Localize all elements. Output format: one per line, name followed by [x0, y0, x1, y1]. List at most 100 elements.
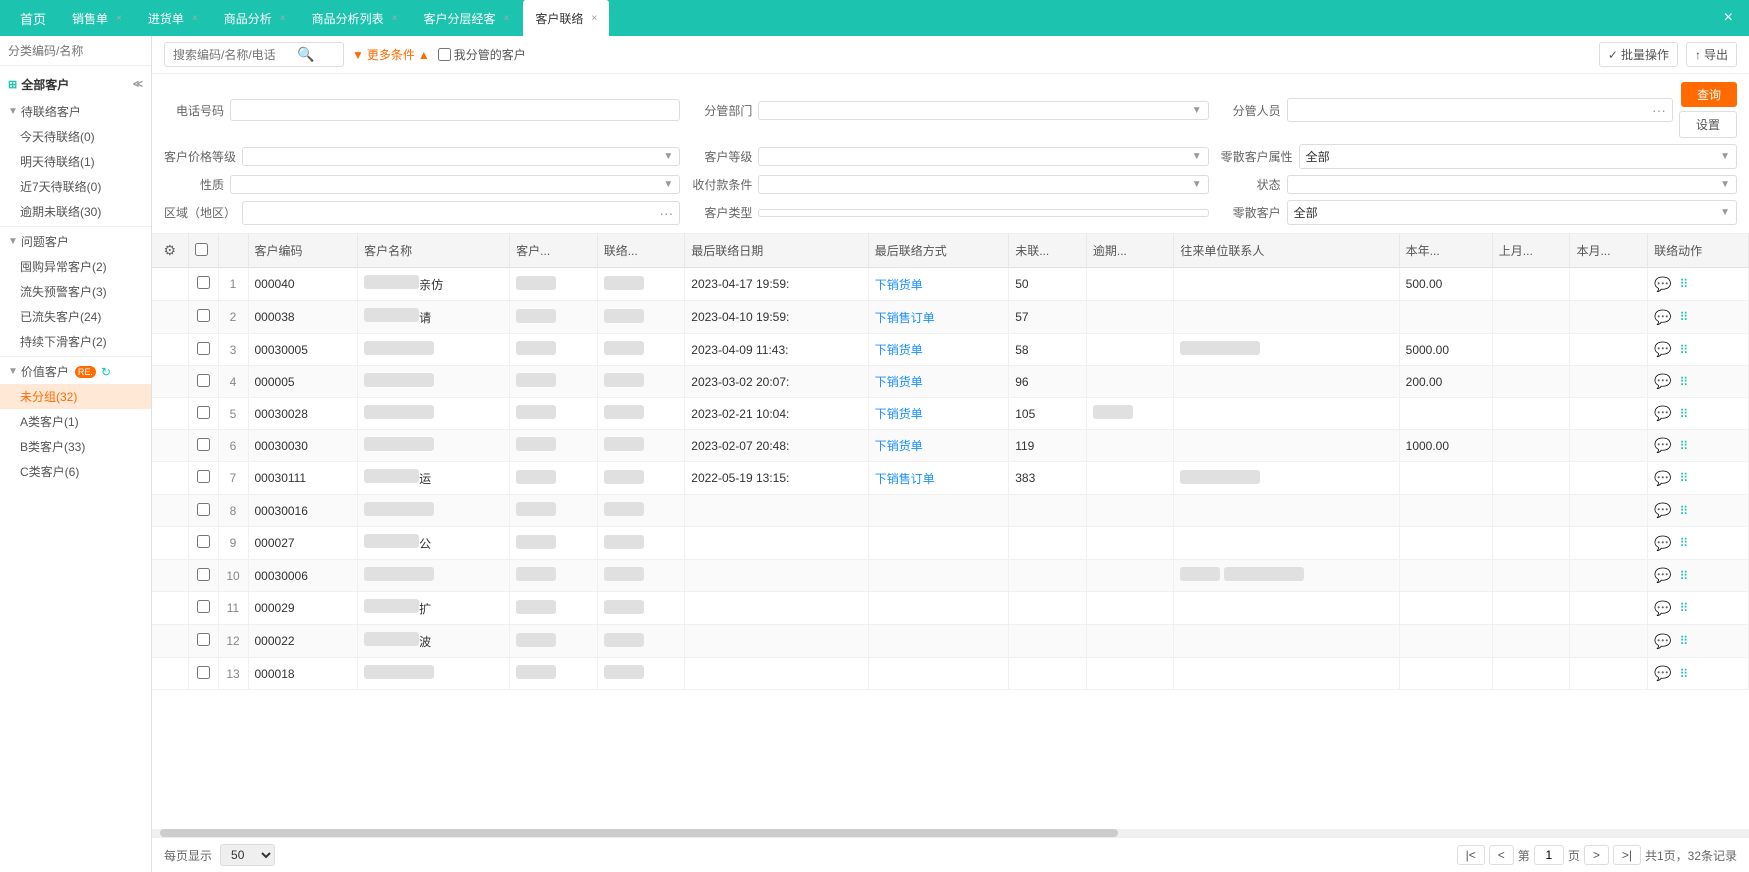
scrollbar-thumb[interactable]	[160, 829, 1118, 837]
grid-action-icon[interactable]: ⠿	[1680, 375, 1689, 389]
export-btn[interactable]: ↑ 导出	[1686, 42, 1737, 67]
sidebar-item-7days-pending[interactable]: 近7天待联络(0)	[0, 174, 151, 199]
dept-select[interactable]: ▼	[758, 101, 1208, 120]
grid-action-icon[interactable]: ⠿	[1680, 407, 1689, 421]
col-last-way[interactable]: 最后联络方式	[868, 234, 1008, 268]
contact-action-icon[interactable]: 💬	[1654, 470, 1671, 487]
contact-action-icon[interactable]: 💬	[1654, 600, 1671, 617]
col-last-date[interactable]: 最后联络日期	[685, 234, 869, 268]
close-tab-customer-contact[interactable]: ×	[591, 13, 597, 24]
price-level-select[interactable]: ▼	[242, 147, 680, 166]
sidebar-item-b-class[interactable]: B类客户(33)	[0, 434, 151, 459]
close-tab-product-analysis[interactable]: ×	[280, 13, 286, 24]
close-tab-sales[interactable]: ×	[116, 13, 122, 24]
contact-action-icon[interactable]: 💬	[1654, 276, 1671, 293]
select-all-checkbox[interactable]	[195, 243, 208, 256]
sidebar-item-churn-warning[interactable]: 流失预警客户(3)	[0, 279, 151, 304]
row-check-5[interactable]	[188, 430, 218, 462]
all-customers-header[interactable]: ⊞ 全部客户 ≪	[0, 70, 151, 99]
close-tab-product-analysis-list[interactable]: ×	[392, 13, 398, 24]
staff-select[interactable]: ···	[1287, 98, 1673, 122]
row-last-way-5[interactable]: 下销货单	[868, 430, 1008, 462]
retail-attr-select[interactable]: 全部 ▼	[1299, 144, 1737, 169]
nav-tab-customer-tier[interactable]: 客户分层经客 ×	[411, 0, 521, 36]
reset-btn[interactable]: 设置	[1679, 111, 1737, 138]
nav-home[interactable]: 首页	[8, 5, 58, 32]
customer-type-select[interactable]	[758, 209, 1208, 217]
grid-action-icon[interactable]: ⠿	[1680, 439, 1689, 453]
row-check-3[interactable]	[188, 366, 218, 398]
row-check-1[interactable]	[188, 301, 218, 334]
close-tab-customer-tier[interactable]: ×	[503, 13, 509, 24]
retail-customer-select[interactable]: 全部 ▼	[1287, 200, 1737, 225]
gender-select[interactable]: ▼	[230, 175, 680, 194]
col-no-contact[interactable]: 未联...	[1009, 234, 1087, 268]
sidebar-item-a-class[interactable]: A类客户(1)	[0, 409, 151, 434]
grid-action-icon[interactable]: ⠿	[1680, 569, 1689, 583]
contact-action-icon[interactable]: 💬	[1654, 437, 1671, 454]
region-select[interactable]: ···	[242, 201, 680, 225]
grid-action-icon[interactable]: ⠿	[1680, 601, 1689, 615]
row-check-10[interactable]	[188, 592, 218, 625]
value-group-label[interactable]: ▼ 价值客户 RE. ↻	[0, 359, 151, 384]
page-prev-btn[interactable]: <	[1489, 845, 1514, 865]
close-window-icon[interactable]: ×	[1716, 5, 1741, 30]
col-name[interactable]: 客户名称	[358, 234, 510, 268]
payment-select[interactable]: ▼	[758, 175, 1208, 194]
problem-group-label[interactable]: ▼ 问题客户	[0, 229, 151, 254]
contact-action-icon[interactable]: 💬	[1654, 405, 1671, 422]
row-check-8[interactable]	[188, 527, 218, 560]
batch-ops-btn[interactable]: ✓ 批量操作	[1599, 42, 1678, 67]
row-last-way-6[interactable]: 下销售订单	[868, 462, 1008, 495]
grid-action-icon[interactable]: ⠿	[1680, 634, 1689, 648]
sidebar-item-churned[interactable]: 已流失客户(24)	[0, 304, 151, 329]
col-this-year[interactable]: 本年...	[1399, 234, 1492, 268]
col-unit-contact[interactable]: 往来单位联系人	[1174, 234, 1399, 268]
col-contact[interactable]: 联络...	[597, 234, 685, 268]
col-code[interactable]: 客户编码	[248, 234, 358, 268]
query-btn[interactable]: 查询	[1681, 82, 1737, 107]
col-this-month[interactable]: 本月...	[1570, 234, 1648, 268]
sidebar-item-c-class[interactable]: C类客户(6)	[0, 459, 151, 484]
grid-action-icon[interactable]: ⠿	[1680, 667, 1689, 681]
grid-action-icon[interactable]: ⠿	[1680, 536, 1689, 550]
row-check-2[interactable]	[188, 334, 218, 366]
contact-action-icon[interactable]: 💬	[1654, 633, 1671, 650]
contact-action-icon[interactable]: 💬	[1654, 502, 1671, 519]
phone-input[interactable]	[230, 99, 680, 121]
filter-more-btn[interactable]: ▼ 更多条件 ▲	[352, 46, 430, 63]
row-check-6[interactable]	[188, 462, 218, 495]
close-tab-purchase[interactable]: ×	[192, 13, 198, 24]
contact-action-icon[interactable]: 💬	[1654, 341, 1671, 358]
row-last-way-3[interactable]: 下销货单	[868, 366, 1008, 398]
grid-action-icon[interactable]: ⠿	[1680, 471, 1689, 485]
horizontal-scrollbar[interactable]	[152, 829, 1749, 837]
row-last-way-4[interactable]: 下销货单	[868, 398, 1008, 430]
contact-action-icon[interactable]: 💬	[1654, 535, 1671, 552]
page-next-btn[interactable]: >	[1584, 845, 1609, 865]
page-first-btn[interactable]: |<	[1457, 845, 1485, 865]
sidebar-item-ungraded[interactable]: 未分组(32)	[0, 384, 151, 409]
row-check-7[interactable]	[188, 495, 218, 527]
sidebar-item-today-pending[interactable]: 今天待联络(0)	[0, 124, 151, 149]
status-select[interactable]: ▼	[1287, 175, 1737, 194]
nav-tab-product-analysis-list[interactable]: 商品分析列表 ×	[300, 0, 410, 36]
settings-icon[interactable]: ⚙	[163, 242, 176, 258]
grid-action-icon[interactable]: ⠿	[1680, 310, 1689, 324]
row-check-9[interactable]	[188, 560, 218, 592]
sidebar-item-abnormal[interactable]: 囤购异常客户(2)	[0, 254, 151, 279]
contact-action-icon[interactable]: 💬	[1654, 665, 1671, 682]
contact-action-icon[interactable]: 💬	[1654, 567, 1671, 584]
sidebar-search-input[interactable]	[8, 44, 152, 58]
row-last-way-1[interactable]: 下销售订单	[868, 301, 1008, 334]
nav-tab-sales[interactable]: 销售单 ×	[60, 0, 134, 36]
nav-tab-customer-contact[interactable]: 客户联络 ×	[523, 0, 609, 36]
my-customers-checkbox[interactable]: 我分管的客户	[438, 46, 526, 63]
col-last-month[interactable]: 上月...	[1492, 234, 1570, 268]
my-customers-check-input[interactable]	[438, 48, 451, 61]
pending-group-label[interactable]: ▼ 待联络客户	[0, 99, 151, 124]
row-check-4[interactable]	[188, 398, 218, 430]
row-check-0[interactable]	[188, 268, 218, 301]
value-refresh-icon[interactable]: ↻	[101, 365, 111, 379]
col-check[interactable]	[188, 234, 218, 268]
